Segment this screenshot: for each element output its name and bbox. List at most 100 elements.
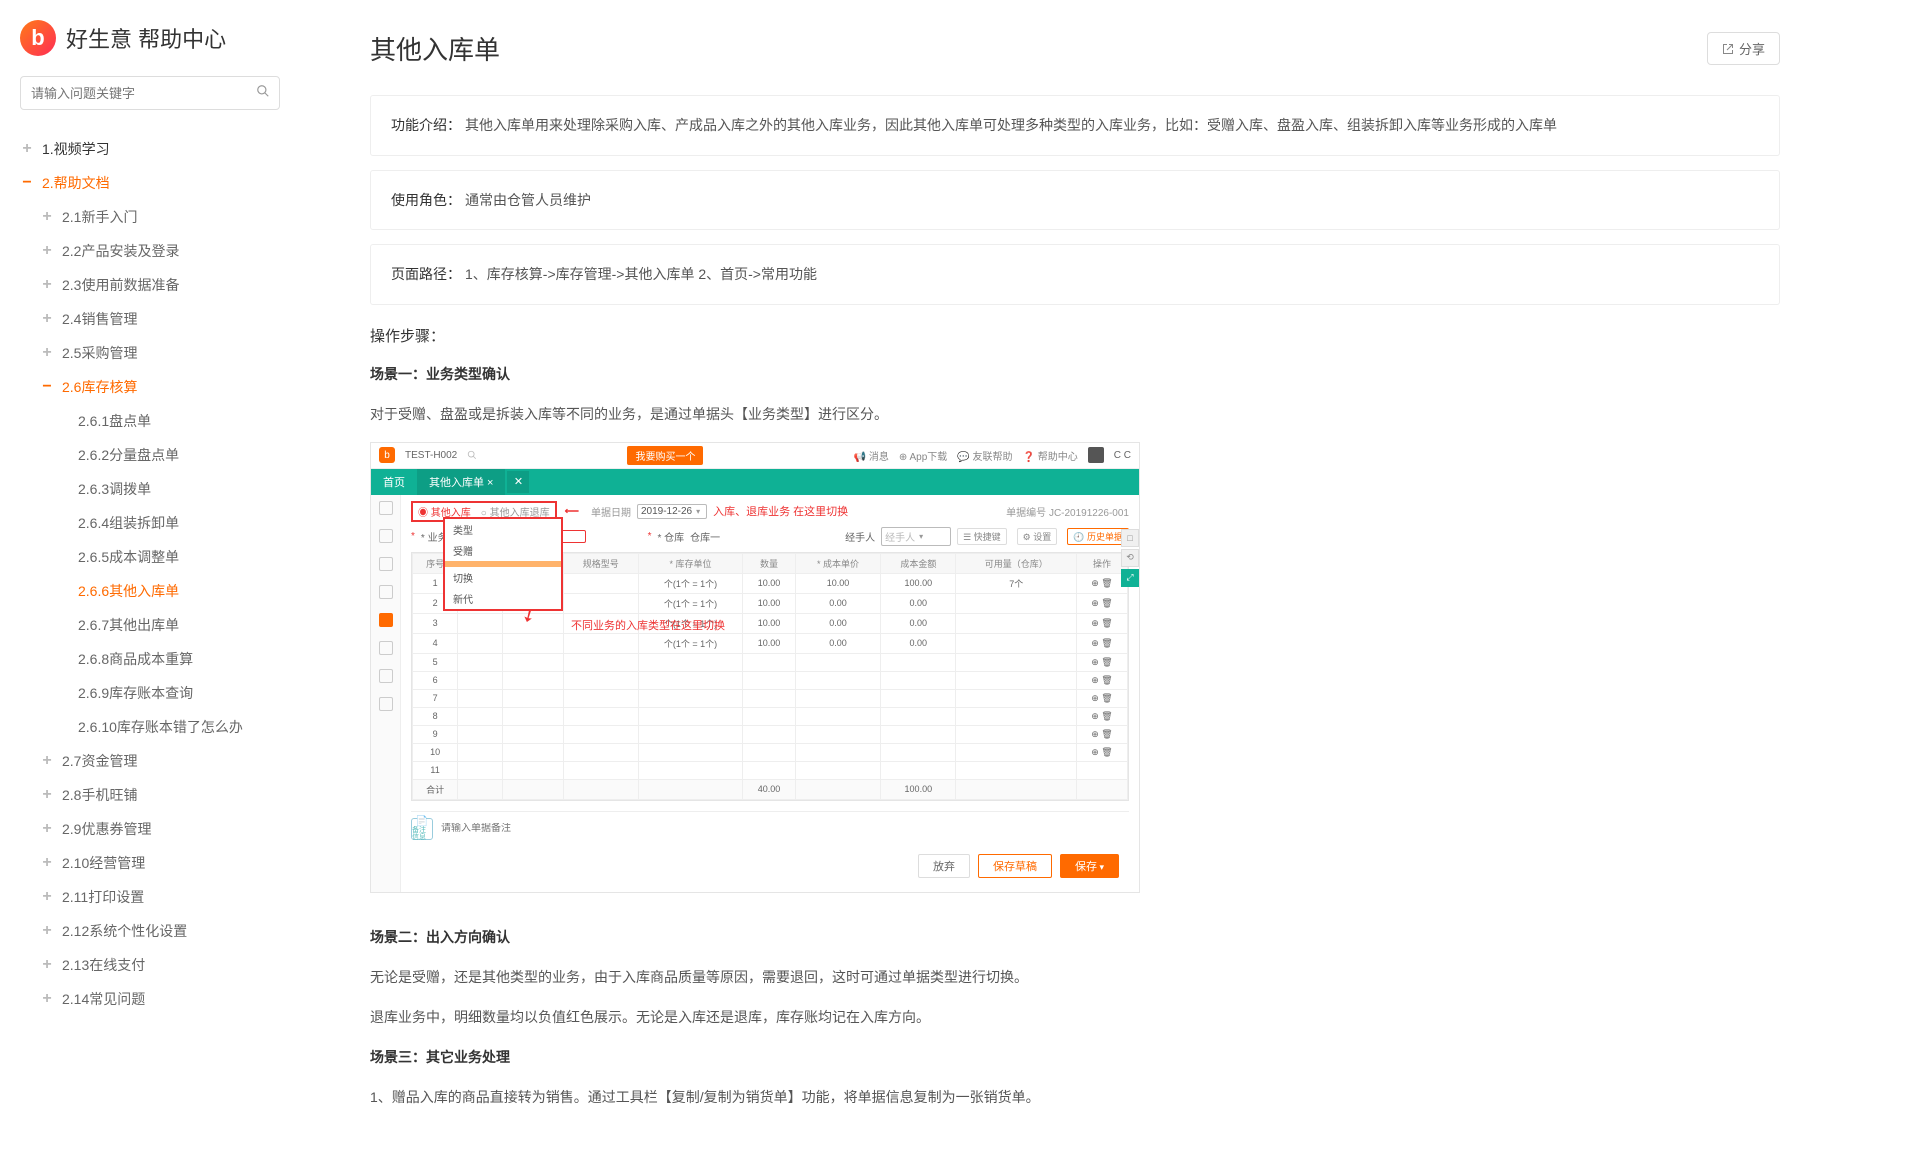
rail-icon [379, 529, 393, 543]
memo-input [441, 823, 1129, 834]
grid-col: * 成本单价 [795, 553, 880, 573]
nav-24[interactable]: +2.4销售管理 [20, 302, 310, 336]
arrow-icon: ⟵ [565, 506, 579, 517]
expand-icon: + [40, 856, 54, 870]
nav-27[interactable]: +2.7资金管理 [20, 744, 310, 778]
top-link: 📢 消息 [854, 448, 889, 463]
share-icon [1722, 43, 1734, 55]
search-icon[interactable] [256, 84, 270, 101]
memo-row: 📄备注信息 [411, 811, 1129, 846]
nav-261[interactable]: 2.6.1盘点单 [20, 404, 310, 438]
path-label: 页面路径： [391, 266, 461, 282]
rail-icon [379, 641, 393, 655]
dd-item: 新代 [445, 588, 561, 609]
table-row: 11 [413, 761, 1128, 779]
expand-icon: + [20, 142, 34, 156]
tool-icon: ⟲ [1121, 549, 1139, 567]
avatar-icon [1088, 447, 1104, 463]
path-card: 页面路径：1、库存核算->库存管理->其他入库单 2、首页->常用功能 [370, 244, 1780, 305]
scene3-p1: 1、赠品入库的商品直接转为销售。通过工具栏【复制/复制为销货单】功能，将单据信息… [370, 1083, 1780, 1111]
collapse-icon: − [40, 380, 54, 394]
nav-tree: +1.视频学习 −2.帮助文档 +2.1新手入门 +2.2产品安装及登录 +2.… [20, 132, 310, 1016]
nav-268[interactable]: 2.6.8商品成本重算 [20, 642, 310, 676]
account-name: TEST-H002 [405, 450, 457, 461]
embedded-screenshot: b TEST-H002 我要购买一个 📢 消息 ⊕ App下载 💬 友联帮助 ❓… [370, 442, 1140, 893]
mini-logo-icon: b [379, 447, 395, 463]
nav-210[interactable]: +2.10经营管理 [20, 846, 310, 880]
nav-docs[interactable]: −2.帮助文档 [20, 166, 310, 200]
nav-video[interactable]: +1.视频学习 [20, 132, 310, 166]
rail-icon [379, 669, 393, 683]
share-button[interactable]: 分享 [1707, 32, 1780, 65]
nav-213[interactable]: +2.13在线支付 [20, 948, 310, 982]
brand-logo: b [20, 20, 56, 56]
scene3-title: 场景三：其它业务处理 [370, 1043, 1780, 1071]
nav-23[interactable]: +2.3使用前数据准备 [20, 268, 310, 302]
intro-text: 其他入库单用来处理除采购入库、产成品入库之外的其他入库业务，因此其他入库单可处理… [465, 117, 1557, 133]
dd-item: 类型 [445, 519, 561, 540]
rail-icon [379, 501, 393, 515]
nav-212[interactable]: +2.12系统个性化设置 [20, 914, 310, 948]
expand-icon: + [40, 312, 54, 326]
nav-26[interactable]: −2.6库存核算 [20, 370, 310, 404]
scene2-title: 场景二：出入方向确认 [370, 923, 1780, 951]
nav-266[interactable]: 2.6.6其他入库单 [20, 574, 310, 608]
toolbar-chips: ☰ 快捷键 ⚙ 设置 🕘 历史单据 [957, 528, 1129, 545]
nav-264[interactable]: 2.6.4组装拆卸单 [20, 506, 310, 540]
nav-262[interactable]: 2.6.2分量盘点单 [20, 438, 310, 472]
grid-col: 数量 [743, 553, 796, 573]
steps-label: 操作步骤： [370, 325, 1780, 346]
search-box [20, 76, 280, 110]
table-row: 5⊕ 🗑 [413, 653, 1128, 671]
page-header: 其他入库单 分享 [370, 30, 1780, 67]
role-label: 使用角色： [391, 192, 461, 208]
nav-25[interactable]: +2.5采购管理 [20, 336, 310, 370]
operator-field: 经手人 [881, 527, 951, 546]
shot-content: ◉ 其他入库 ○ 其他入库退库 ⟵ 单据日期 2019-12-26 入库、退库业… [401, 495, 1139, 892]
shot-topbar: b TEST-H002 我要购买一个 📢 消息 ⊕ App下载 💬 友联帮助 ❓… [371, 443, 1139, 469]
top-link: ❓ 帮助中心 [1023, 448, 1078, 463]
nav-267[interactable]: 2.6.7其他出库单 [20, 608, 310, 642]
expand-icon: + [40, 822, 54, 836]
nav-22[interactable]: +2.2产品安装及登录 [20, 234, 310, 268]
chip: 🕘 历史单据 [1067, 528, 1129, 545]
chip: ☰ 快捷键 [957, 528, 1007, 545]
cancel-button: 放弃 [918, 854, 970, 878]
nav-28[interactable]: +2.8手机旺铺 [20, 778, 310, 812]
top-link: 💬 友联帮助 [957, 448, 1012, 463]
nav-263[interactable]: 2.6.3调拨单 [20, 472, 310, 506]
rail-icon [379, 557, 393, 571]
sidebar: b 好生意 帮助中心 +1.视频学习 −2.帮助文档 +2.1新手入门 +2.2… [0, 0, 310, 1153]
grid-col: 操作 [1076, 553, 1127, 573]
intro-label: 功能介绍： [391, 117, 461, 133]
collapse-icon: − [20, 176, 34, 190]
search-icon [467, 450, 477, 460]
nav-214[interactable]: +2.14常见问题 [20, 982, 310, 1016]
annotation-switch: 入库、退库业务 在这里切换 [713, 503, 848, 519]
expand-icon: + [40, 958, 54, 972]
date-field: 2019-12-26 [637, 504, 707, 519]
top-link: ⊕ App下载 [899, 448, 947, 463]
nav-29[interactable]: +2.9优惠券管理 [20, 812, 310, 846]
nav-21[interactable]: +2.1新手入门 [20, 200, 310, 234]
data-grid: 类型 受赠 切换 新代 ➚ 不同业务的入库类型在这里切换 序号 仓库 [411, 552, 1129, 801]
tool-icon: □ [1121, 529, 1139, 547]
intro-card: 功能介绍：其他入库单用来处理除采购入库、产成品入库之外的其他入库业务，因此其他入… [370, 95, 1780, 156]
nav-269[interactable]: 2.6.9库存账本查询 [20, 676, 310, 710]
nav-2610[interactable]: 2.6.10库存账本错了怎么办 [20, 710, 310, 744]
expand-icon: + [40, 278, 54, 292]
expand-icon: + [40, 924, 54, 938]
expand-icon: + [40, 788, 54, 802]
nav-265[interactable]: 2.6.5成本调整单 [20, 540, 310, 574]
scene2-p2: 退库业务中，明细数量均以负值红色展示。无论是入库还是退库，库存账均记在入库方向。 [370, 1003, 1780, 1031]
rail-icon [379, 697, 393, 711]
expand-icon: + [40, 346, 54, 360]
expand-icon: + [40, 992, 54, 1006]
share-label: 分享 [1739, 39, 1765, 58]
scene1-desc: 对于受赠、盘盈或是拆装入库等不同的业务，是通过单据头【业务类型】进行区分。 [370, 400, 1780, 428]
nav-211[interactable]: +2.11打印设置 [20, 880, 310, 914]
save-button: 保存 [1060, 854, 1119, 878]
buy-button: 我要购买一个 [627, 446, 703, 465]
expand-icon: + [40, 244, 54, 258]
search-input[interactable] [20, 76, 280, 110]
